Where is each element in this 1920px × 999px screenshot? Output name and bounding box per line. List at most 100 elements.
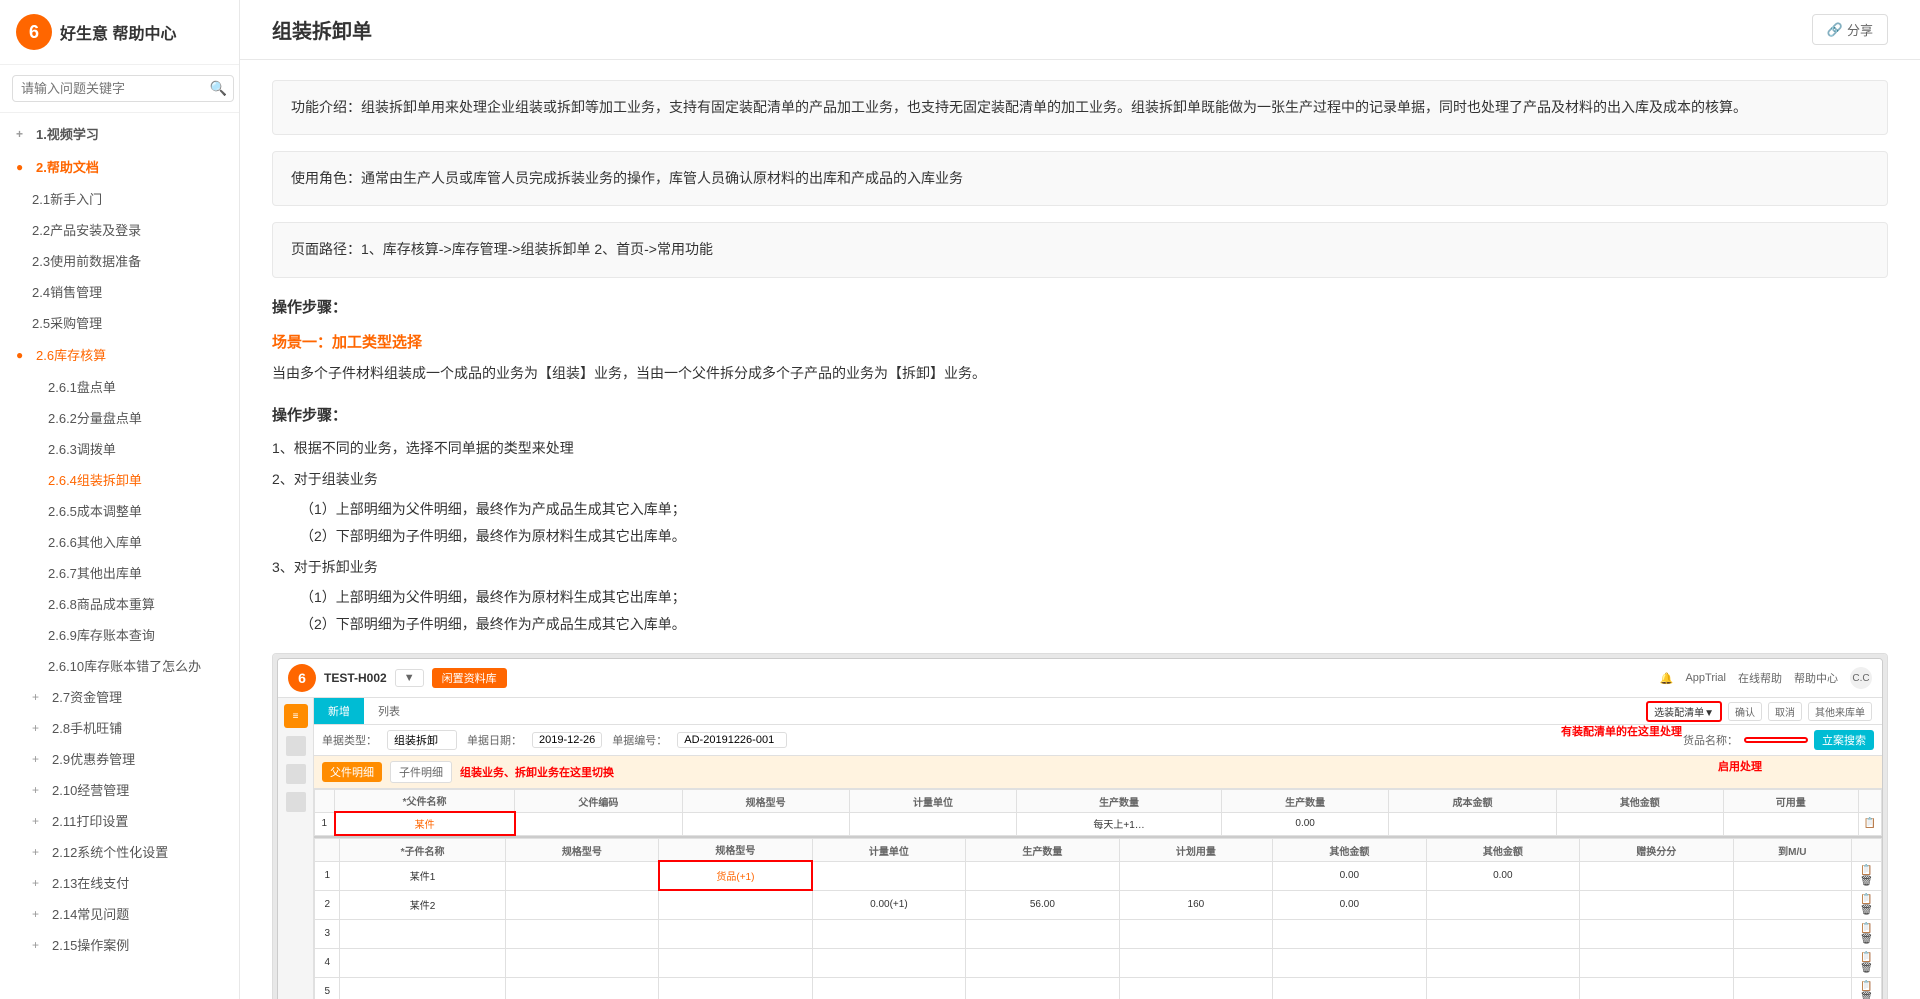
mock-goods-input[interactable] xyxy=(1744,737,1808,743)
expand-icon-7: + xyxy=(32,814,46,828)
sidebar-item-cost-calc[interactable]: 2.6.8商品成本重算 xyxy=(0,588,239,619)
sidebar: 6 好生意 帮助中心 🔍 + 1.视频学习 ● 2.帮助文档 2.1新手入门 2… xyxy=(0,0,240,999)
mock-top-links: 🔔 AppTrial 在线帮助 帮助中心 C.C xyxy=(1660,667,1872,689)
mock-nav-dropdown: ▼ xyxy=(395,669,424,687)
step2-sub2: （2）下部明细为子件明细，最终作为原材料生成其它出库单。 xyxy=(300,523,1888,550)
expand-icon-4: + xyxy=(32,721,46,735)
step2-sub1: （1）上部明细为父件明细，最终作为产成品生成其它入库单； xyxy=(300,496,1888,523)
logo-icon: 6 xyxy=(16,14,52,50)
mock-table-top: *父件名称 父件编码 规格型号 计量单位 生产数量 生产数量 成本金额 其他金额 xyxy=(314,789,1882,838)
mock-type-input[interactable]: 组装拆卸 xyxy=(387,730,457,750)
main-header: 组装拆卸单 🔗 分享 xyxy=(240,0,1920,60)
expand-icon-5: + xyxy=(32,752,46,766)
mock-action-cancel[interactable]: 取消 xyxy=(1768,702,1802,721)
sidebar-item-finance[interactable]: + 2.7资金管理 xyxy=(0,681,239,712)
mock-new-btn[interactable]: 闲置资料库 xyxy=(432,668,507,688)
expand-icon-3: + xyxy=(32,690,46,704)
mock-tabs: 新增 列表 选装配清单▼ 确认 取消 其他来库单 xyxy=(314,698,1882,725)
step2: 2、对于组装业务 xyxy=(272,466,1888,493)
sidebar-item-stocktake2[interactable]: 2.6.2分量盘点单 xyxy=(0,402,239,433)
sidebar-item-other-out[interactable]: 2.6.7其他出库单 xyxy=(0,557,239,588)
collapse-icon: ● xyxy=(16,160,30,174)
mock-top-table: *父件名称 父件编码 规格型号 计量单位 生产数量 生产数量 成本金额 其他金额 xyxy=(314,789,1882,836)
intro-block: 功能介绍：组装拆卸单用来处理企业组装或拆卸等加工业务，支持有固定装配清单的产品加… xyxy=(272,80,1888,135)
sidebar-item-data[interactable]: 2.3使用前数据准备 xyxy=(0,245,239,276)
sidebar-item-new[interactable]: 2.1新手入门 xyxy=(0,183,239,214)
sidebar-item-stock-query[interactable]: 2.6.9库存账本查询 xyxy=(0,619,239,650)
search-input[interactable] xyxy=(12,75,234,102)
mock-order-input[interactable]: AD-20191226-001 xyxy=(677,732,787,748)
mock-action-confirm[interactable]: 确认 xyxy=(1728,702,1762,721)
sidebar-item-adjust[interactable]: 2.6.3调拨单 xyxy=(0,433,239,464)
sidebar-item-install[interactable]: 2.2产品安装及登录 xyxy=(0,214,239,245)
annotation-1-container: 选装配清单▼ xyxy=(1646,701,1722,722)
sidebar-item-cost[interactable]: 2.6.5成本调整单 xyxy=(0,495,239,526)
main-area: 组装拆卸单 🔗 分享 功能介绍：组装拆卸单用来处理企业组装或拆卸等加工业务，支持… xyxy=(240,0,1920,999)
sidebar-item-custom[interactable]: + 2.12系统个性化设置 xyxy=(0,836,239,867)
collapse-icon-2: ● xyxy=(16,348,30,362)
mock-form-row: 单据类型： 组装拆卸 单据日期： 2019-12-26 单据编号： AD-201… xyxy=(314,725,1882,756)
mock-bottom-table: *子件名称 规格型号 规格型号 计量单位 生产数量 计划用量 其他金额 其他金额 xyxy=(314,838,1882,999)
expand-icon-11: + xyxy=(32,938,46,952)
mock-assembly-toggle: 父件明细 子件明细 组装业务、拆卸业务在这里切换 启用处理 xyxy=(314,756,1882,789)
path-block: 页面路径：1、库存核算->库存管理->组装拆卸单 2、首页->常用功能 xyxy=(272,222,1888,277)
sidebar-item-cases[interactable]: + 2.15操作案例 xyxy=(0,929,239,960)
mock-body: ≡ 新增 列表 xyxy=(278,698,1882,999)
sidebar-item-operation[interactable]: + 2.10经营管理 xyxy=(0,774,239,805)
expand-icon: + xyxy=(16,127,30,141)
sidebar-item-stocktake[interactable]: 2.6.1盘点单 xyxy=(0,371,239,402)
role-block: 使用角色：通常由生产人员或库管人员完成拆装业务的操作，库管人员确认原材料的出库和… xyxy=(272,151,1888,206)
expand-icon-10: + xyxy=(32,907,46,921)
share-button[interactable]: 🔗 分享 xyxy=(1812,14,1888,45)
mock-date-input[interactable]: 2019-12-26 xyxy=(532,732,602,748)
sidebar-item-online-pay[interactable]: + 2.13在线支付 xyxy=(0,867,239,898)
nav-section: + 1.视频学习 ● 2.帮助文档 2.1新手入门 2.2产品安装及登录 2.3… xyxy=(0,113,239,964)
sidebar-item-mobile[interactable]: + 2.8手机旺铺 xyxy=(0,712,239,743)
sidebar-item-print[interactable]: + 2.11打印设置 xyxy=(0,805,239,836)
sidebar-item-videos[interactable]: + 1.视频学习 xyxy=(0,117,239,150)
expand-icon-6: + xyxy=(32,783,46,797)
mock-confirm-btn[interactable]: 立案搜索 xyxy=(1814,730,1874,750)
scene-one-desc: 当由多个子件材料组装成一个成品的业务为【组装】业务，当由一个父件拆分成多个子产品… xyxy=(272,360,1888,387)
sidebar-item-sales[interactable]: 2.4销售管理 xyxy=(0,276,239,307)
mock-assembly-btn[interactable]: 父件明细 xyxy=(322,762,382,782)
annotation-1-label: 有装配清单的在这里处理 xyxy=(1561,723,1682,739)
mock-doc-no: TEST-H002 xyxy=(324,671,387,685)
steps-heading: 操作步骤： xyxy=(272,404,1888,425)
scene-one-heading: 场景一：加工类型选择 xyxy=(272,331,1888,352)
mock-form-right: 货品名称： 立案搜索 xyxy=(1683,730,1874,750)
mock-tab-new[interactable]: 新增 xyxy=(314,698,364,724)
sidebar-item-account-err[interactable]: 2.6.10库存账本错了怎么办 xyxy=(0,650,239,681)
step3: 3、对于拆卸业务 xyxy=(272,554,1888,581)
mock-disassembly-btn[interactable]: 子件明细 xyxy=(390,761,452,783)
operation-steps-heading: 操作步骤： xyxy=(272,296,1888,317)
annotation-3-label: 启用处理 xyxy=(1718,758,1762,774)
sidebar-item-purchase[interactable]: 2.5采购管理 xyxy=(0,307,239,338)
search-icon[interactable]: 🔍 xyxy=(210,80,227,97)
screenshot-container: 6 TEST-H002 ▼ 闲置资料库 🔔 AppTrial 在线帮助 帮助中心 xyxy=(272,653,1888,999)
sidebar-item-coupon[interactable]: + 2.9优惠券管理 xyxy=(0,743,239,774)
step3-sub1: （1）上部明细为父件明细，最终作为原材料生成其它出库单； xyxy=(300,584,1888,611)
sidebar-item-docs[interactable]: ● 2.帮助文档 xyxy=(0,150,239,183)
step3-sub2: （2）下部明细为子件明细，最终作为产成品生成其它入库单。 xyxy=(300,611,1888,638)
logo-area: 6 好生意 帮助中心 xyxy=(0,0,239,65)
mock-tab-list[interactable]: 列表 xyxy=(364,698,414,724)
mock-main-content: 新增 列表 选装配清单▼ 确认 取消 其他来库单 xyxy=(314,698,1882,999)
mock-logo: 6 xyxy=(288,664,316,692)
share-icon: 🔗 xyxy=(1827,22,1843,38)
expand-icon-9: + xyxy=(32,876,46,890)
mock-title-bar: 6 TEST-H002 ▼ 闲置资料库 🔔 AppTrial 在线帮助 帮助中心 xyxy=(278,659,1882,698)
logo-text: 好生意 帮助中心 xyxy=(60,20,176,44)
sidebar-item-inventory[interactable]: ● 2.6库存核算 xyxy=(0,338,239,371)
mock-action-save[interactable]: 其他来库单 xyxy=(1808,702,1872,721)
sidebar-item-other-in[interactable]: 2.6.6其他入库单 xyxy=(0,526,239,557)
fixed-list-btn[interactable]: 选装配清单▼ xyxy=(1646,701,1722,722)
sidebar-item-assembly[interactable]: 2.6.4组装拆卸单 xyxy=(0,464,239,495)
expand-icon-8: + xyxy=(32,845,46,859)
main-content: 功能介绍：组装拆卸单用来处理企业组装或拆卸等加工业务，支持有固定装配清单的产品加… xyxy=(240,60,1920,999)
search-box[interactable]: 🔍 xyxy=(0,65,239,113)
sidebar-item-faq[interactable]: + 2.14常见问题 xyxy=(0,898,239,929)
annotation-2-label: 组装业务、拆卸业务在这里切换 xyxy=(460,764,614,780)
mock-left-sidebar: ≡ xyxy=(278,698,314,999)
mock-tab-actions: 选装配清单▼ 确认 取消 其他来库单 xyxy=(414,698,1882,724)
